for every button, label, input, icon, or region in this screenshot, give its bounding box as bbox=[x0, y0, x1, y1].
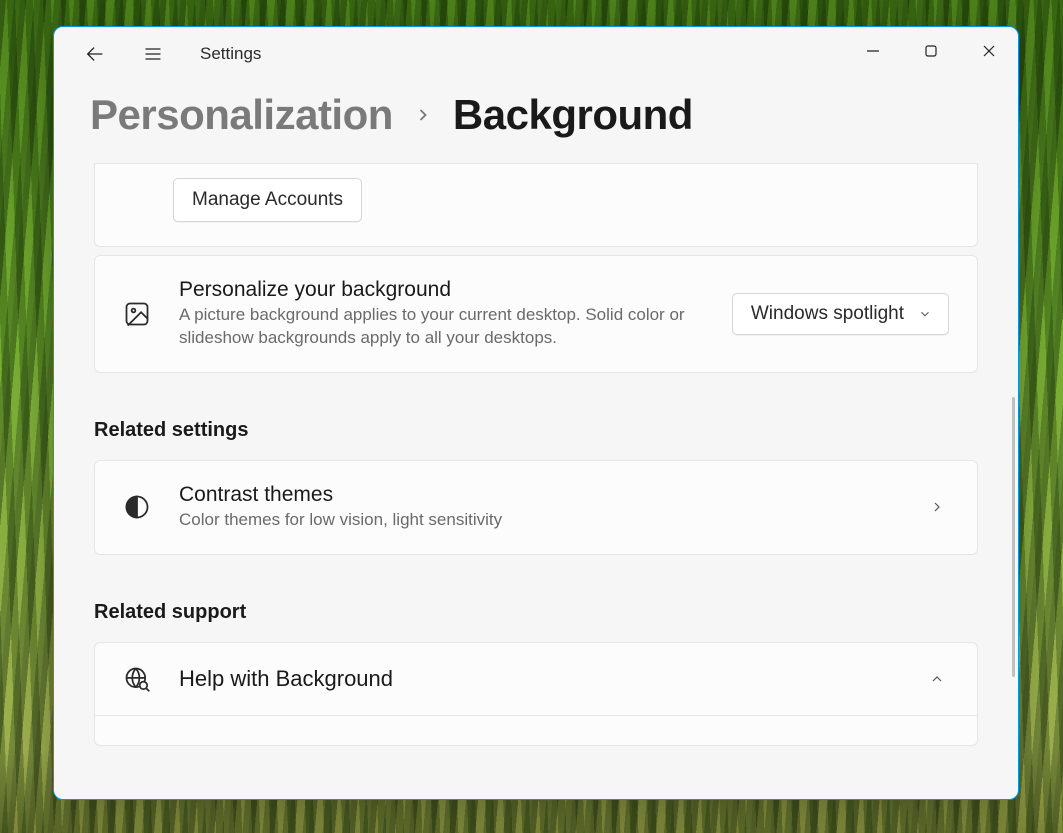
globe-search-icon bbox=[123, 665, 151, 693]
help-text: Help with Background bbox=[179, 666, 901, 692]
breadcrumb-current: Background bbox=[453, 91, 693, 139]
contrast-description: Color themes for low vision, light sensi… bbox=[179, 509, 901, 532]
related-support-heading: Related support bbox=[94, 601, 978, 624]
breadcrumb: Personalization Background bbox=[54, 81, 1018, 163]
minimize-button[interactable] bbox=[844, 27, 902, 75]
window-controls bbox=[844, 27, 1018, 75]
window-title: Settings bbox=[200, 44, 261, 64]
contrast-icon bbox=[123, 493, 151, 521]
personalize-background-card: Personalize your background A picture ba… bbox=[94, 255, 978, 373]
help-body bbox=[95, 715, 977, 745]
chevron-right-icon bbox=[929, 499, 949, 515]
maximize-icon bbox=[924, 44, 938, 58]
title-bar: Settings bbox=[54, 27, 1018, 81]
contrast-text: Contrast themes Color themes for low vis… bbox=[179, 483, 901, 532]
chevron-right-icon bbox=[413, 105, 433, 125]
chevron-up-icon bbox=[929, 671, 949, 687]
personalize-description: A picture background applies to your cur… bbox=[179, 304, 704, 350]
close-button[interactable] bbox=[960, 27, 1018, 75]
settings-window: Settings Personalization Background Mana… bbox=[53, 26, 1019, 800]
maximize-button[interactable] bbox=[902, 27, 960, 75]
back-button[interactable] bbox=[72, 36, 118, 72]
hamburger-icon bbox=[143, 44, 163, 64]
personalize-text: Personalize your background A picture ba… bbox=[179, 278, 704, 350]
chevron-down-icon bbox=[918, 307, 932, 321]
help-background-card: Help with Background bbox=[94, 642, 978, 746]
contrast-title: Contrast themes bbox=[179, 483, 901, 507]
personalize-title: Personalize your background bbox=[179, 278, 704, 302]
help-background-header[interactable]: Help with Background bbox=[95, 643, 977, 715]
minimize-icon bbox=[866, 44, 880, 58]
contrast-themes-card[interactable]: Contrast themes Color themes for low vis… bbox=[94, 460, 978, 555]
nav-menu-button[interactable] bbox=[130, 36, 176, 72]
background-type-dropdown[interactable]: Windows spotlight bbox=[732, 293, 949, 335]
close-icon bbox=[982, 44, 996, 58]
help-title: Help with Background bbox=[179, 666, 901, 692]
scrollbar[interactable] bbox=[1012, 397, 1015, 677]
content-area: Manage Accounts Personalize your backgro… bbox=[54, 163, 1018, 799]
related-settings-heading: Related settings bbox=[94, 419, 978, 442]
arrow-left-icon bbox=[84, 43, 106, 65]
breadcrumb-parent[interactable]: Personalization bbox=[90, 91, 393, 139]
dropdown-value: Windows spotlight bbox=[751, 303, 904, 325]
accounts-card: Manage Accounts bbox=[94, 163, 978, 247]
picture-icon bbox=[123, 300, 151, 328]
manage-accounts-button[interactable]: Manage Accounts bbox=[173, 178, 362, 222]
